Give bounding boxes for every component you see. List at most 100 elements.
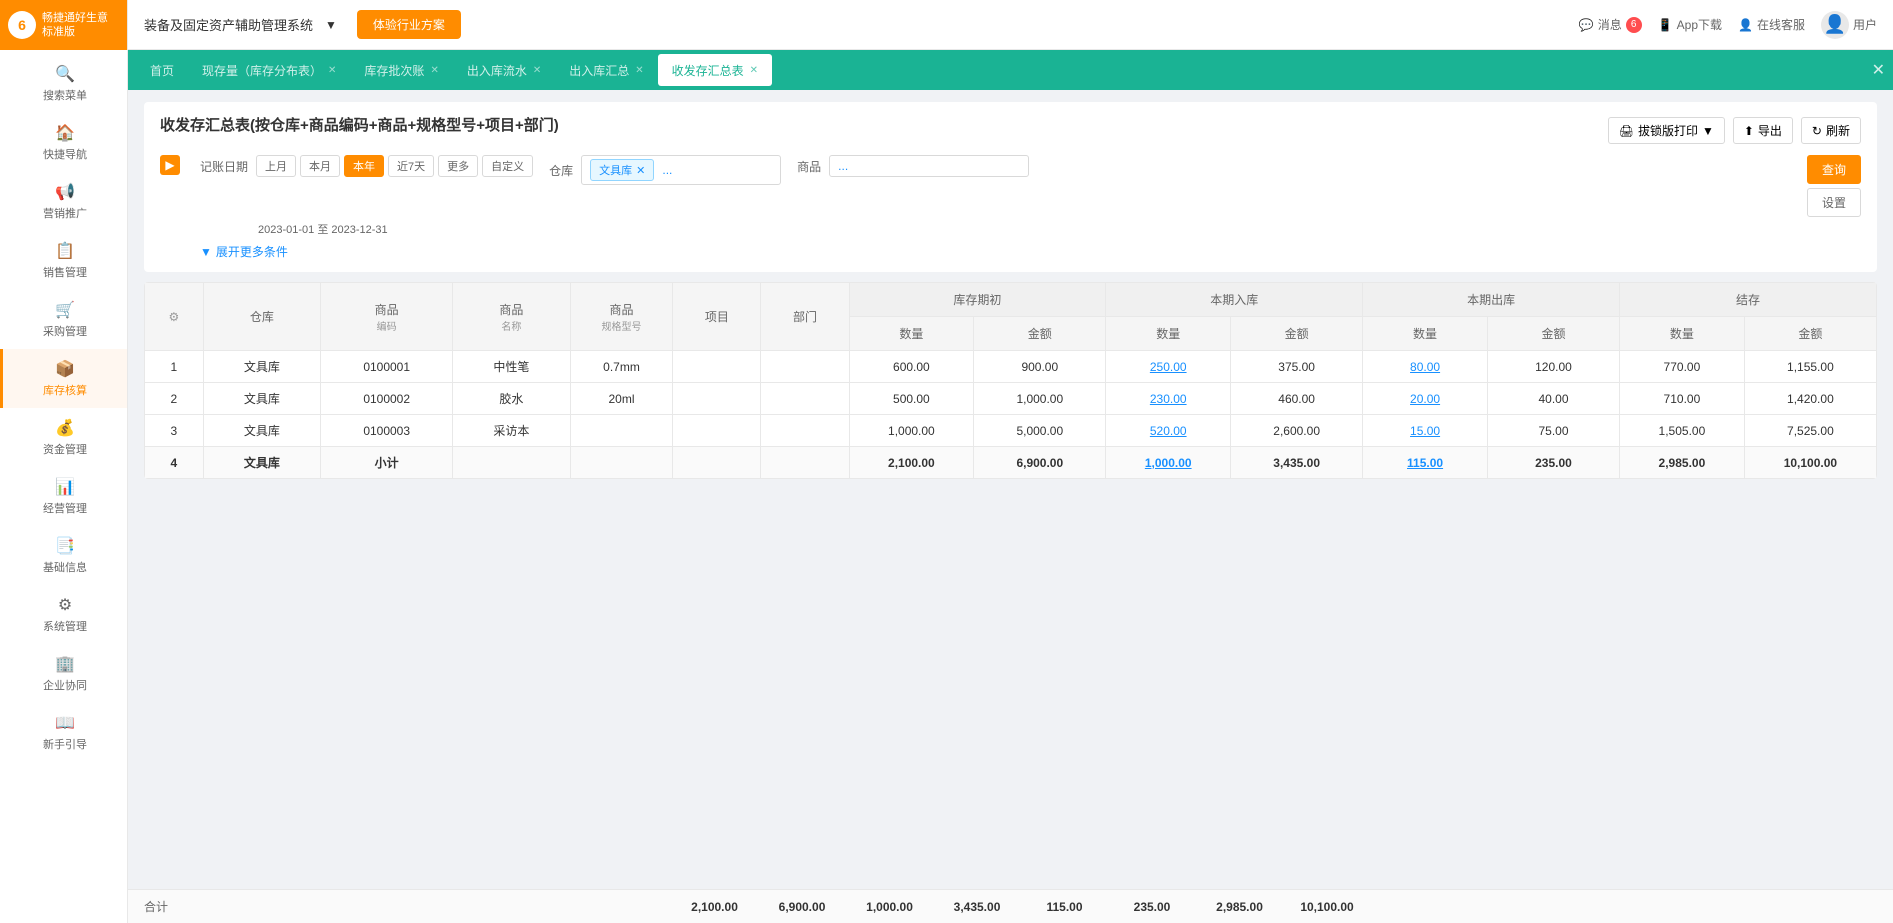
row-out-qty[interactable]: 15.00	[1363, 415, 1488, 447]
code-col-header: 商品编码	[321, 283, 453, 351]
row-warehouse: 文具库	[203, 415, 320, 447]
sidebar-item-newbie[interactable]: 📖 新手引导	[0, 703, 127, 762]
row-name: 胶水	[453, 383, 570, 415]
table-settings-header[interactable]: ⚙	[145, 283, 204, 351]
basic-info-icon: 📑	[55, 536, 75, 556]
warehouse-tag: 文具库 ✕	[590, 159, 654, 181]
sidebar-item-search[interactable]: 🔍 搜索菜单	[0, 54, 127, 113]
custom-date-btn[interactable]: 自定义	[482, 155, 533, 177]
tag-close-icon[interactable]: ✕	[636, 164, 645, 177]
tab-inout-flow[interactable]: 出入库流水 ✕	[453, 54, 555, 86]
bal-amt-header: 金额	[1744, 317, 1876, 351]
tab-close-inventory-dist[interactable]: ✕	[328, 65, 336, 76]
purchase-icon: 🛒	[55, 300, 75, 320]
sidebar-item-purchase[interactable]: 🛒 采购管理	[0, 290, 127, 349]
sidebar-item-enterprise[interactable]: 🏢 企业协同	[0, 644, 127, 703]
tab-recv-send-summary[interactable]: 收发存汇总表 ✕	[658, 54, 772, 86]
total-in-amt: 3,435.00	[932, 900, 1022, 914]
row-in-amt: 2,600.00	[1231, 415, 1363, 447]
row-num: 3	[145, 415, 204, 447]
row-project	[673, 351, 761, 383]
sidebar-nav: 🔍 搜索菜单 🏠 快捷导航 📢 营销推广 📋 销售管理 🛒 采购管理 📦 库存核…	[0, 50, 127, 923]
query-btn[interactable]: 查询	[1807, 155, 1861, 184]
system-dropdown[interactable]: ▼	[325, 18, 337, 32]
product-filter: 商品 ...	[797, 155, 1029, 177]
tab-close-batch-ledger[interactable]: ✕	[430, 65, 438, 76]
row-bal-qty: 770.00	[1620, 351, 1745, 383]
tab-inout-summary[interactable]: 出入库汇总 ✕	[555, 54, 657, 86]
row-open-qty: 1,000.00	[849, 415, 974, 447]
inventory-icon: 📦	[55, 359, 75, 379]
export-btn[interactable]: ⬆ 导出	[1733, 117, 1793, 144]
product-more-btn[interactable]: ...	[838, 159, 848, 173]
subtotal-open-qty: 2,100.00	[849, 447, 974, 479]
row-in-qty[interactable]: 250.00	[1106, 351, 1231, 383]
row-bal-amt: 1,155.00	[1744, 351, 1876, 383]
date-range-display: 2023-01-01 至 2023-12-31	[258, 221, 1861, 237]
sidebar-logo: 6 畅捷通好生意 标准版	[0, 0, 127, 50]
subtotal-warehouse: 文具库	[203, 447, 320, 479]
product-input[interactable]: ...	[829, 155, 1029, 177]
row-bal-amt: 1,420.00	[1744, 383, 1876, 415]
online-service-btn[interactable]: 👤 在线客服	[1738, 16, 1805, 33]
sidebar-item-finance[interactable]: 💰 资金管理	[0, 408, 127, 467]
page-header-top: 收发存汇总表(按仓库+商品编码+商品+规格型号+项目+部门) 🖨 拔锁版打印 ▼…	[160, 114, 1861, 147]
sidebar-item-inventory[interactable]: 📦 库存核算	[0, 349, 127, 408]
subtotal-num: 4	[145, 447, 204, 479]
row-in-qty[interactable]: 230.00	[1106, 383, 1231, 415]
last-7-days-btn[interactable]: 近7天	[388, 155, 434, 177]
row-in-amt: 375.00	[1231, 351, 1363, 383]
refresh-btn[interactable]: ↻ 刷新	[1801, 117, 1861, 144]
open-qty-header: 数量	[849, 317, 974, 351]
sidebar-item-marketing[interactable]: 📢 营销推广	[0, 172, 127, 231]
sidebar-item-basic-info[interactable]: 📑 基础信息	[0, 526, 127, 585]
tab-close-inout-flow[interactable]: ✕	[533, 65, 541, 76]
row-num: 1	[145, 351, 204, 383]
warehouse-more-btn[interactable]: ...	[662, 163, 672, 177]
filter-settings-btn[interactable]: 设置	[1807, 188, 1861, 217]
sidebar-item-quick-nav[interactable]: 🏠 快捷导航	[0, 113, 127, 172]
message-btn[interactable]: 💬 消息 6	[1579, 16, 1642, 33]
more-date-btn[interactable]: 更多	[438, 155, 478, 177]
subtotal-bal-amt: 10,100.00	[1744, 447, 1876, 479]
total-out-amt: 235.00	[1107, 900, 1197, 914]
sidebar-item-operations[interactable]: 📊 经营管理	[0, 467, 127, 526]
app-download-btn[interactable]: 📱 App下载	[1658, 16, 1722, 33]
experience-btn[interactable]: 体验行业方案	[357, 10, 461, 39]
row-out-qty[interactable]: 80.00	[1363, 351, 1488, 383]
tab-inventory-dist[interactable]: 现存量（库存分布表） ✕	[188, 54, 350, 86]
sidebar-item-system[interactable]: ⚙ 系统管理	[0, 585, 127, 644]
tab-close-inout-summary[interactable]: ✕	[635, 65, 643, 76]
name-col-header: 商品名称	[453, 283, 570, 351]
expand-conditions-btn[interactable]: ▼ 展开更多条件	[200, 243, 1861, 260]
avatar: 👤	[1821, 11, 1849, 39]
print-btn[interactable]: 🖨 拔锁版打印 ▼	[1608, 117, 1725, 144]
row-in-qty[interactable]: 520.00	[1106, 415, 1231, 447]
subtotal-in-amt: 3,435.00	[1231, 447, 1363, 479]
user-menu[interactable]: 👤 用户	[1821, 11, 1877, 39]
tab-bar-close[interactable]: ✕	[1872, 60, 1885, 80]
this-year-btn[interactable]: 本年	[344, 155, 384, 177]
row-out-qty[interactable]: 20.00	[1363, 383, 1488, 415]
expand-filter-icon[interactable]: ▶	[160, 155, 180, 175]
tab-close-recv-send-summary[interactable]: ✕	[750, 65, 758, 76]
main-content: 收发存汇总表(按仓库+商品编码+商品+规格型号+项目+部门) 🖨 拔锁版打印 ▼…	[128, 90, 1893, 923]
enterprise-icon: 🏢	[55, 654, 75, 674]
date-filter: 记账日期 上月 本月 本年 近7天 更多 自定义	[200, 155, 533, 177]
total-out-qty: 115.00	[1022, 900, 1107, 914]
tab-batch-ledger[interactable]: 库存批次账 ✕	[350, 54, 452, 86]
tab-home[interactable]: 首页	[136, 54, 188, 86]
row-num: 2	[145, 383, 204, 415]
date-buttons: 上月 本月 本年 近7天 更多 自定义	[256, 155, 533, 177]
logo-icon: 6	[8, 11, 36, 39]
warehouse-col-header: 仓库	[203, 283, 320, 351]
warehouse-input[interactable]: 文具库 ✕ ...	[581, 155, 781, 185]
row-bal-qty: 1,505.00	[1620, 415, 1745, 447]
last-month-btn[interactable]: 上月	[256, 155, 296, 177]
this-month-btn[interactable]: 本月	[300, 155, 340, 177]
sidebar: 6 畅捷通好生意 标准版 🔍 搜索菜单 🏠 快捷导航 📢 营销推广 📋 销售管理…	[0, 0, 128, 923]
phone-icon: 📱	[1658, 18, 1673, 32]
sidebar-item-sales[interactable]: 📋 销售管理	[0, 231, 127, 290]
row-open-amt: 5,000.00	[974, 415, 1106, 447]
project-col-header: 项目	[673, 283, 761, 351]
